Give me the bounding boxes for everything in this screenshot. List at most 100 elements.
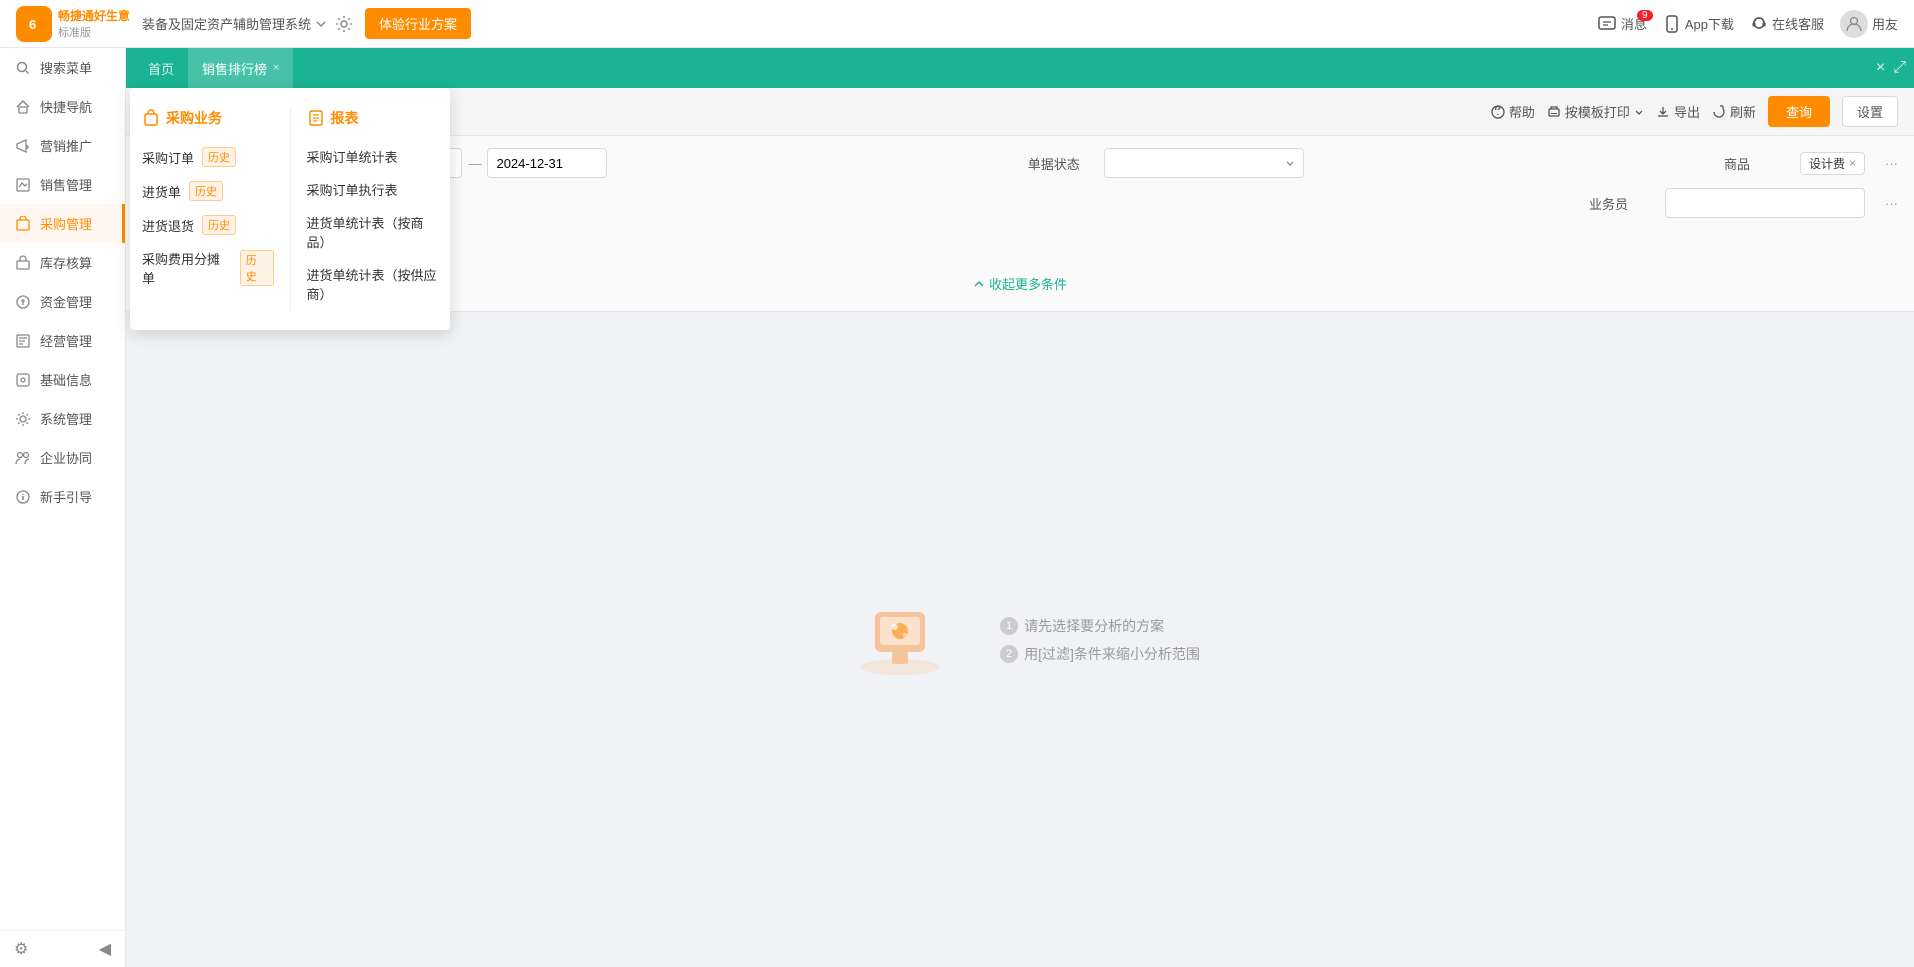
collapse-label: 收起更多条件 (989, 274, 1067, 293)
cost-allocation-item[interactable]: 采购费用分摊单 历史 (142, 242, 274, 294)
message-icon (1597, 14, 1617, 34)
refresh-label: 刷新 (1730, 102, 1756, 121)
app-download-btn[interactable]: App下载 (1663, 14, 1734, 33)
inventory-icon (14, 254, 32, 271)
sidebar-item-operation[interactable]: 经营管理 (0, 321, 125, 360)
sidebar-bottom: ⚙ ◀ (0, 930, 125, 967)
tab-close-icon[interactable]: × (273, 62, 279, 74)
app-download-label: App下载 (1685, 14, 1734, 33)
report-section-icon (307, 109, 325, 127)
purchase-order-stats-label: 采购订单统计表 (307, 147, 398, 166)
collapse-btn[interactable]: 收起更多条件 (973, 268, 1067, 299)
tip-text-2: 用[过滤]条件来缩小分析范围 (1024, 644, 1200, 664)
return-order-history-tag: 历史 (202, 215, 236, 235)
sidebar-settings-icon[interactable]: ⚙ (14, 939, 28, 959)
purchase-order-exec-item[interactable]: 采购订单执行表 (307, 173, 439, 206)
sidebar-collapse-icon[interactable]: ◀ (99, 939, 111, 959)
salesperson-select[interactable] (1665, 188, 1865, 218)
set-btn[interactable]: 设置 (1842, 96, 1898, 127)
user-btn[interactable]: 用友 (1840, 10, 1898, 38)
cost-allocation-history-tag: 历史 (240, 250, 274, 286)
purchase-col: 采购业务 采购订单 历史 进货单 历史 进货退货 历史 采购费用分摊单 历史 (130, 108, 286, 310)
sidebar-item-quick-nav[interactable]: 快捷导航 (0, 87, 125, 126)
sidebar-item-marketing-label: 营销推广 (40, 136, 92, 155)
tab-sales-ranking[interactable]: 销售排行榜 × (188, 48, 293, 88)
tabs-bar-right: × ⤢ (1876, 59, 1906, 77)
logo-icon: 6 (16, 6, 52, 42)
sidebar-item-finance[interactable]: 资金管理 (0, 282, 125, 321)
incoming-order-item[interactable]: 进货单 历史 (142, 174, 274, 208)
sidebar-item-operation-label: 经营管理 (40, 331, 92, 350)
sidebar-item-basic-info[interactable]: 基础信息 (0, 360, 125, 399)
incoming-stats-goods-item[interactable]: 进货单统计表（按商品） (307, 206, 439, 258)
purchase-order-label: 采购订单 (142, 148, 194, 167)
sidebar-item-sales[interactable]: 销售管理 (0, 165, 125, 204)
sidebar-item-guide[interactable]: 新手引导 (0, 477, 125, 516)
goods-tag: 设计费 × (1800, 152, 1865, 175)
purchase-section-title: 采购业务 (166, 108, 222, 128)
sidebar-item-inventory-label: 库存核算 (40, 253, 92, 272)
purchase-order-item[interactable]: 采购订单 历史 (142, 140, 274, 174)
print-label: 按模板打印 (1565, 102, 1630, 121)
print-btn[interactable]: 按模板打印 (1547, 102, 1644, 121)
tab-home-label: 首页 (148, 59, 174, 78)
tabs-bar: 首页 销售排行榜 × × ⤢ (126, 48, 1914, 88)
tab-close-btn[interactable]: × (1876, 59, 1885, 77)
phone-icon (1663, 15, 1681, 33)
operation-icon (14, 332, 32, 349)
purchase-order-stats-item[interactable]: 采购订单统计表 (307, 140, 439, 173)
system-title-btn[interactable]: 装备及固定资产辅助管理系统 (142, 14, 327, 33)
export-icon (1656, 105, 1670, 119)
voucher-status-select[interactable] (1104, 148, 1304, 178)
sidebar-item-purchase-label: 采购管理 (40, 214, 92, 233)
sidebar-item-system-label: 系统管理 (40, 409, 92, 428)
help-btn[interactable]: 帮助 (1491, 102, 1535, 121)
marketing-icon (14, 137, 32, 154)
top-bar-right: 9 消息 App下载 在线客服 (1597, 10, 1898, 38)
gear-icon-btn[interactable] (335, 15, 353, 33)
cost-allocation-label: 采购费用分摊单 (142, 249, 232, 287)
finance-icon (14, 293, 32, 310)
salesperson-more-btn[interactable]: ··· (1885, 196, 1898, 211)
gear-icon (335, 15, 353, 33)
logo-text: 畅捷通好生意 标准版 (58, 7, 130, 40)
goods-tag-close[interactable]: × (1849, 156, 1856, 170)
tab-resize-btn[interactable]: ⤢ (1893, 59, 1906, 77)
voucher-status-label: 单据状态 (1028, 154, 1088, 173)
incoming-stats-supplier-label: 进货单统计表（按供应商） (307, 265, 439, 303)
incoming-order-label: 进货单 (142, 182, 181, 201)
sidebar-item-marketing[interactable]: 营销推广 (0, 126, 125, 165)
empty-tip-2: 2 用[过滤]条件来缩小分析范围 (1000, 644, 1200, 664)
online-service-btn[interactable]: 在线客服 (1750, 14, 1824, 33)
purchase-col-title: 采购业务 (142, 108, 274, 132)
tab-home[interactable]: 首页 (134, 48, 188, 88)
date-separator: — (468, 156, 481, 171)
collapse-icon (973, 278, 985, 290)
date-end-input[interactable] (487, 148, 607, 178)
dropdown-cols: 采购业务 采购订单 历史 进货单 历史 进货退货 历史 采购费用分摊单 历史 (130, 100, 450, 318)
export-btn[interactable]: 导出 (1656, 102, 1700, 121)
sidebar-item-enterprise[interactable]: 企业协同 (0, 438, 125, 477)
sidebar-item-search[interactable]: 搜索菜单 (0, 48, 125, 87)
sidebar-item-sales-label: 销售管理 (40, 175, 92, 194)
purchase-section-icon (142, 109, 160, 127)
sidebar-item-inventory[interactable]: 库存核算 (0, 243, 125, 282)
incoming-stats-supplier-item[interactable]: 进货单统计表（按供应商） (307, 258, 439, 310)
empty-tips: 1 请先选择要分析的方案 2 用[过滤]条件来缩小分析范围 (1000, 616, 1200, 664)
sidebar: 搜索菜单 快捷导航 营销推广 销售管理 (0, 48, 126, 967)
return-order-item[interactable]: 进货退货 历史 (142, 208, 274, 242)
industry-btn[interactable]: 体验行业方案 (365, 8, 471, 39)
refresh-icon (1712, 105, 1726, 119)
system-title: 装备及固定资产辅助管理系统 (142, 14, 311, 33)
query-btn[interactable]: 查询 (1768, 96, 1830, 127)
sidebar-item-purchase[interactable]: 采购管理 (0, 204, 125, 243)
salesperson-label: 业务员 (1589, 194, 1649, 213)
tip-num-1: 1 (1000, 617, 1018, 635)
purchase-icon (14, 215, 32, 232)
refresh-btn[interactable]: 刷新 (1712, 102, 1756, 121)
report-section-title: 报表 (331, 108, 359, 128)
sidebar-item-system[interactable]: 系统管理 (0, 399, 125, 438)
messages-btn[interactable]: 9 消息 (1597, 14, 1647, 34)
sidebar-item-enterprise-label: 企业协同 (40, 448, 92, 467)
goods-more-btn[interactable]: ··· (1885, 156, 1898, 171)
